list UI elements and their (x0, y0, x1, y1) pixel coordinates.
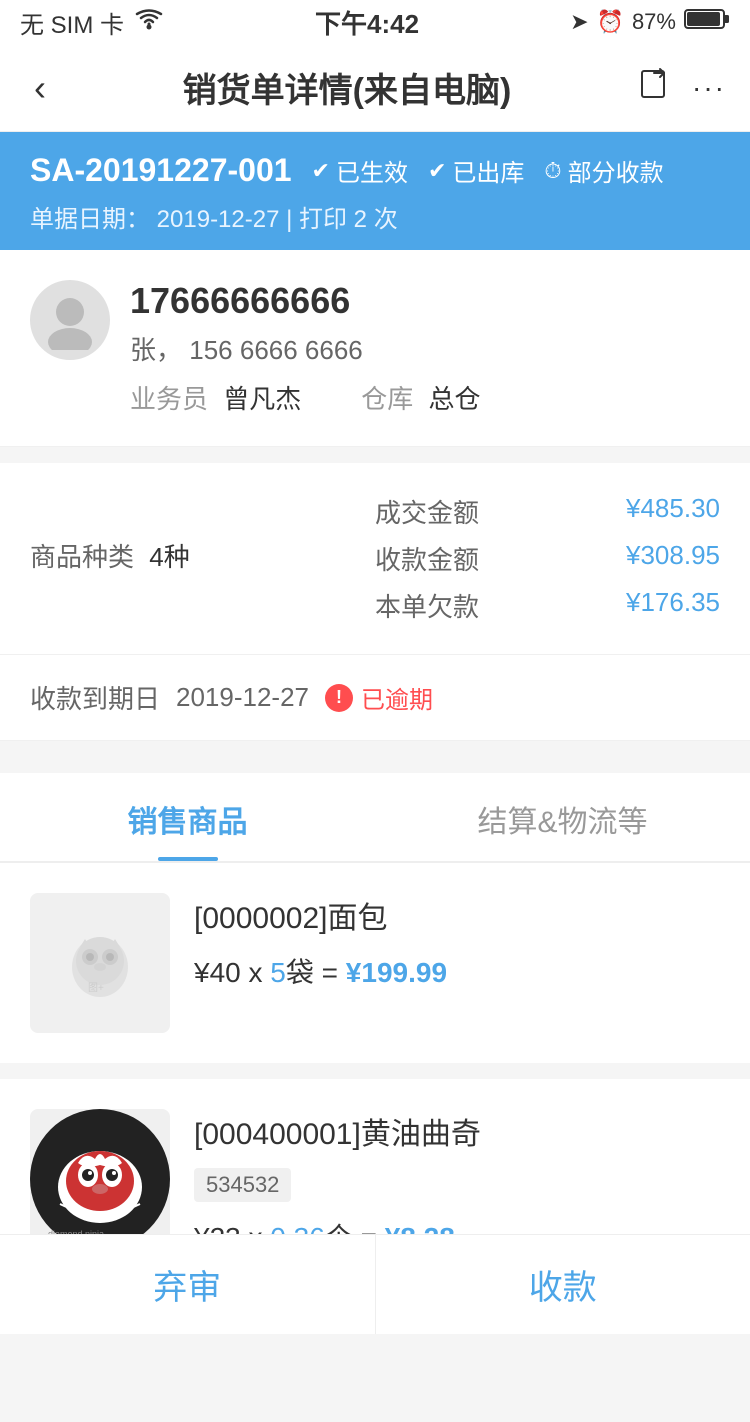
clock-icon: ⏱ (544, 158, 561, 184)
product-details-1: [0000002]面包 ¥40 x 5袋 = ¥199.99 (194, 893, 720, 991)
product-price-1: ¥40 x 5袋 = ¥199.99 (194, 951, 720, 991)
nav-actions: ··· (638, 67, 726, 109)
customer-phone: 张， 156 6666 6666 (130, 330, 720, 367)
overdue-icon: ! (325, 684, 353, 712)
order-date-info: 单据日期： 2019-12-27 | 打印 2 次 (30, 199, 720, 234)
product-name-1: [0000002]面包 (194, 893, 720, 937)
customer-info: 17666666666 张， 156 6666 6666 业务员 曾凡杰 仓库 … (130, 280, 720, 416)
product-placeholder-1: 图+ (30, 893, 170, 1033)
sales-info: 业务员 曾凡杰 (130, 379, 301, 416)
status-shipped: ✔ 已出库 (428, 153, 524, 188)
battery-icon (684, 8, 730, 37)
product-name-2: [000400001]黄油曲奇 (194, 1109, 720, 1153)
order-id: SA-20191227-001 (30, 152, 292, 189)
status-effected: ✔ 已生效 (312, 153, 408, 188)
due-date-label: 收款到期日 (30, 679, 160, 716)
more-icon[interactable]: ··· (692, 72, 726, 104)
overdue-badge: ! 已逾期 (325, 680, 433, 715)
nav-bar: ‹ 销货单详情(来自电脑) ··· (0, 44, 750, 132)
customer-meta: 业务员 曾凡杰 仓库 总仓 (130, 379, 720, 416)
overdue-text: 已逾期 (361, 680, 433, 715)
summary-left: 商品种类 4种 (30, 493, 375, 624)
tab-sales-products[interactable]: 销售商品 (0, 773, 375, 861)
page-title: 销货单详情(来自电脑) (56, 63, 638, 112)
share-icon[interactable] (638, 67, 672, 109)
debt-amount: 本单欠款 ¥176.35 (375, 587, 720, 624)
sim-status: 无 SIM 卡 (20, 5, 124, 40)
status-partial-payment: ⏱ 部分收款 (544, 153, 663, 188)
back-button[interactable]: ‹ (24, 57, 56, 119)
check-icon-2: ✔ (428, 158, 446, 184)
alarm-icon: ⏰ (597, 9, 624, 35)
divider-1 (0, 447, 750, 463)
customer-avatar (30, 280, 110, 360)
summary-right: 成交金额 ¥485.30 收款金额 ¥308.95 本单欠款 ¥176.35 (375, 493, 720, 624)
product-image-2: diamond ninja (30, 1109, 170, 1249)
tabs: 销售商品 结算&物流等 (0, 773, 750, 861)
transaction-amount: 成交金额 ¥485.30 (375, 493, 720, 530)
wifi-icon (134, 8, 164, 37)
warehouse-info: 仓库 总仓 (361, 379, 480, 416)
due-date-section: 收款到期日 2019-12-27 ! 已逾期 (0, 655, 750, 741)
cancel-button[interactable]: 弃审 (0, 1235, 376, 1334)
status-bar: 无 SIM 卡 下午4:42 ➤ ⏰ 87% (0, 0, 750, 44)
summary-section: 商品种类 4种 成交金额 ¥485.30 收款金额 ¥308.95 本单欠款 ¥… (0, 463, 750, 655)
payment-amount: 收款金额 ¥308.95 (375, 540, 720, 577)
customer-id: 17666666666 (130, 280, 720, 322)
customer-section: 17666666666 张， 156 6666 6666 业务员 曾凡杰 仓库 … (0, 250, 750, 447)
category-info: 商品种类 4种 (30, 537, 375, 574)
divider-2 (0, 741, 750, 757)
status-right: ➤ ⏰ 87% (570, 8, 730, 37)
location-icon: ➤ (570, 9, 588, 35)
list-item: 图+ [0000002]面包 ¥40 x 5袋 = ¥199.99 (0, 863, 750, 1063)
due-date-value: 2019-12-27 (176, 682, 309, 713)
svg-text:图+: 图+ (88, 982, 104, 994)
bottom-actions: 弃审 收款 (0, 1234, 750, 1334)
confirm-button[interactable]: 收款 (376, 1235, 750, 1334)
tabs-section: 销售商品 结算&物流等 (0, 773, 750, 863)
status-left: 无 SIM 卡 (20, 5, 164, 40)
product-image-1: 图+ (30, 893, 170, 1033)
check-icon-1: ✔ (312, 158, 330, 184)
product-sku-2: 534532 (194, 1168, 291, 1202)
tab-settlement[interactable]: 结算&物流等 (375, 773, 750, 861)
battery-text: 87% (632, 9, 676, 35)
order-banner: SA-20191227-001 ✔ 已生效 ✔ 已出库 ⏱ 部分收款 单据日期：… (0, 132, 750, 250)
status-time: 下午4:42 (315, 4, 419, 41)
product-list: 图+ [0000002]面包 ¥40 x 5袋 = ¥199.99 (0, 863, 750, 1286)
